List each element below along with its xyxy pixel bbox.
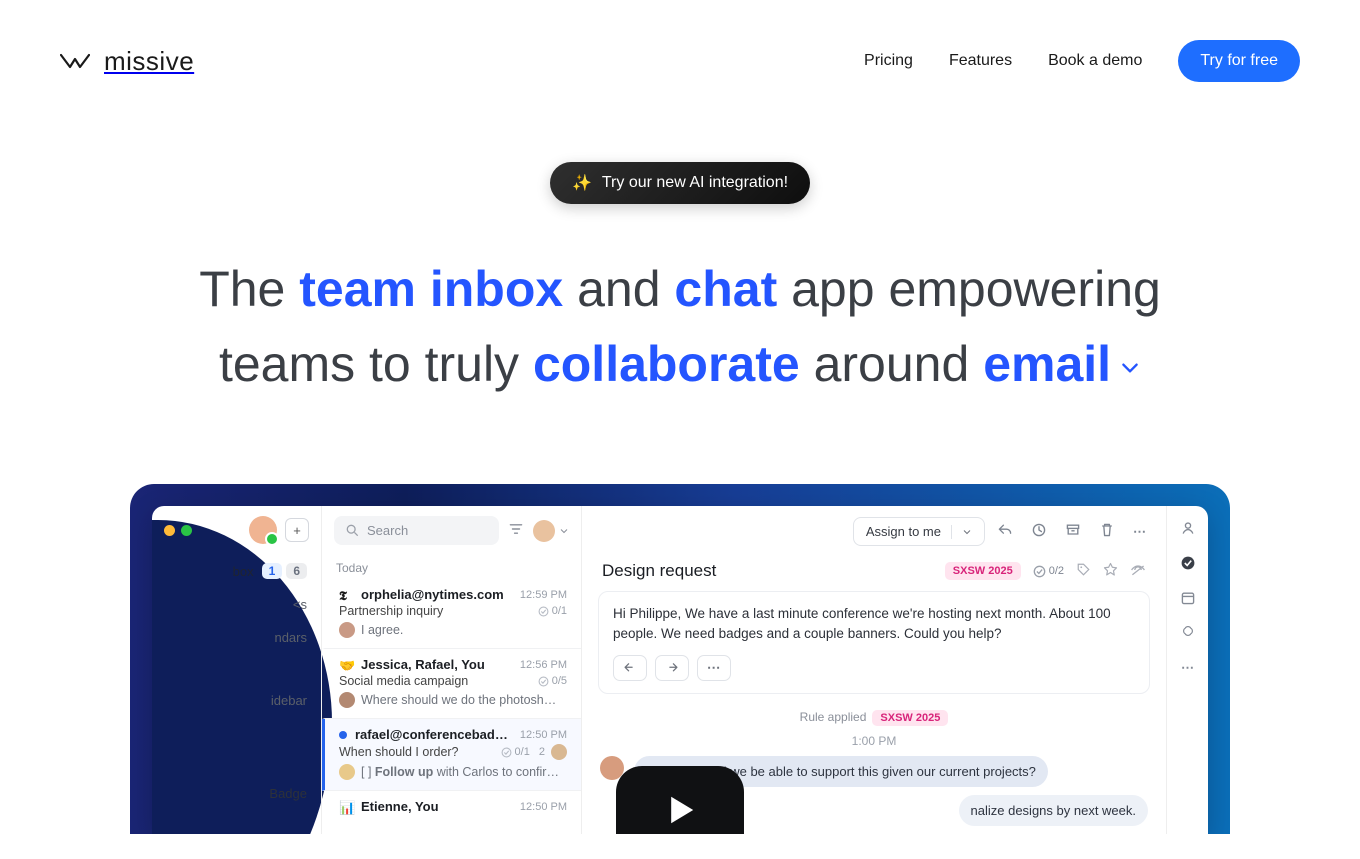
- snooze-icon[interactable]: [1025, 516, 1053, 547]
- archive-icon[interactable]: [1059, 516, 1087, 547]
- right-rail: ⋯: [1166, 506, 1208, 834]
- task-count[interactable]: 0/2: [1033, 565, 1064, 578]
- try-for-free-button[interactable]: Try for free: [1178, 40, 1300, 82]
- chevron-down-icon: [962, 527, 972, 537]
- avatar: [339, 692, 355, 708]
- count-badge: 6: [286, 563, 307, 579]
- sidebar-calendars[interactable]: ndars: [152, 621, 321, 654]
- calendar-icon[interactable]: [1180, 590, 1196, 609]
- pill-label: Try our new AI integration!: [602, 174, 788, 192]
- openai-icon[interactable]: [1180, 625, 1196, 644]
- user-avatar[interactable]: [249, 516, 277, 544]
- search-icon: [346, 524, 359, 537]
- chevron-down-icon: [559, 526, 569, 536]
- play-video-button[interactable]: [616, 766, 744, 834]
- task-count: 0/1 2: [501, 744, 567, 760]
- account-switcher[interactable]: [533, 520, 569, 542]
- thread-item-selected[interactable]: rafael@conferencebadge.c… 12:50 PM When …: [322, 719, 581, 791]
- logo[interactable]: missive: [60, 46, 194, 77]
- ai-integration-pill[interactable]: ✨ Try our new AI integration!: [550, 162, 810, 204]
- highlight-team-inbox: team inbox: [299, 261, 563, 317]
- more-icon[interactable]: ⋯: [1127, 518, 1152, 546]
- checkmark-icon[interactable]: [1180, 555, 1196, 574]
- logo-mark-icon: [60, 52, 90, 70]
- reply-button[interactable]: [613, 655, 647, 681]
- sidebar-tasks[interactable]: <s: [152, 588, 321, 621]
- forward-button[interactable]: [655, 655, 689, 681]
- rule-applied-notice: Rule appliedSXSW 2025: [582, 710, 1166, 724]
- chart-icon: 📊: [339, 800, 353, 814]
- assign-button[interactable]: Assign to me: [853, 517, 985, 546]
- avatar: [339, 764, 355, 780]
- highlight-chat: chat: [674, 261, 777, 317]
- nav-pricing[interactable]: Pricing: [864, 52, 913, 70]
- play-icon: [658, 788, 702, 832]
- thread-item[interactable]: 📊 Etienne, You 12:50 PM: [322, 791, 581, 824]
- filter-button[interactable]: [509, 522, 523, 539]
- site-header: missive Pricing Features Book a demo Try…: [0, 0, 1360, 122]
- avatar: [339, 622, 355, 638]
- highlight-collaborate: collaborate: [533, 336, 800, 392]
- workspace-sidebar: + box 1 6 <s ndars idebar Badge: [152, 506, 322, 834]
- sidebar-label-badge[interactable]: Badge: [152, 777, 321, 810]
- tag-icon[interactable]: [1076, 562, 1091, 580]
- conversation-title: Design request: [602, 561, 716, 581]
- product-screenshot-frame: + box 1 6 <s ndars idebar Badge Search: [130, 484, 1230, 834]
- window-traffic-lights: [164, 521, 192, 540]
- trash-icon[interactable]: [1093, 516, 1121, 547]
- more-icon[interactable]: ⋯: [1181, 660, 1194, 676]
- star-icon[interactable]: [1103, 562, 1118, 580]
- label-tag[interactable]: SXSW 2025: [945, 562, 1021, 580]
- unread-dot-icon: [339, 731, 347, 739]
- email-message: Hi Philippe, We have a last minute confe…: [598, 591, 1150, 694]
- minimize-dot[interactable]: [164, 525, 175, 536]
- sparkles-icon: ✨: [572, 173, 592, 193]
- zoom-dot[interactable]: [181, 525, 192, 536]
- nav-features[interactable]: Features: [949, 52, 1012, 70]
- nav-book-demo[interactable]: Book a demo: [1048, 52, 1142, 70]
- sidebar-edit[interactable]: idebar: [152, 684, 321, 717]
- sidebar-inbox[interactable]: box 1 6: [152, 554, 321, 588]
- task-count: 0/1: [538, 605, 567, 617]
- handshake-icon: 🤝: [339, 658, 353, 672]
- thread-list: Search Today 𝕿 orphelia@nytimes.com 12:5…: [322, 506, 582, 834]
- watch-icon[interactable]: [1130, 562, 1146, 581]
- thread-item[interactable]: 🤝 Jessica, Rafael, You 12:56 PM Social m…: [322, 649, 581, 719]
- thread-item[interactable]: 𝕿 orphelia@nytimes.com 12:59 PM Partners…: [322, 579, 581, 649]
- app-window: + box 1 6 <s ndars idebar Badge Search: [152, 506, 1208, 834]
- avatar: [533, 520, 555, 542]
- logo-wordmark: missive: [104, 46, 194, 77]
- person-icon[interactable]: [1180, 520, 1196, 539]
- unread-badge: 1: [262, 563, 283, 579]
- highlight-email: email: [983, 336, 1111, 392]
- hero-headline: The team inbox and chat app empowering t…: [190, 252, 1170, 402]
- avatar: [551, 744, 567, 760]
- nyt-icon: 𝕿: [339, 588, 353, 602]
- chevron-down-icon: [1119, 357, 1141, 379]
- rule-tag: SXSW 2025: [872, 710, 948, 726]
- task-count: 0/5: [538, 675, 567, 687]
- date-header: Today: [322, 555, 581, 579]
- search-input[interactable]: Search: [334, 516, 499, 545]
- reply-icon[interactable]: [991, 516, 1019, 547]
- hero: ✨ Try our new AI integration! The team i…: [0, 162, 1360, 402]
- main-nav: Pricing Features Book a demo Try for fre…: [864, 40, 1300, 82]
- timestamp: 1:00 PM: [582, 734, 1166, 748]
- more-button[interactable]: ⋯: [697, 655, 731, 681]
- new-button[interactable]: +: [285, 518, 309, 542]
